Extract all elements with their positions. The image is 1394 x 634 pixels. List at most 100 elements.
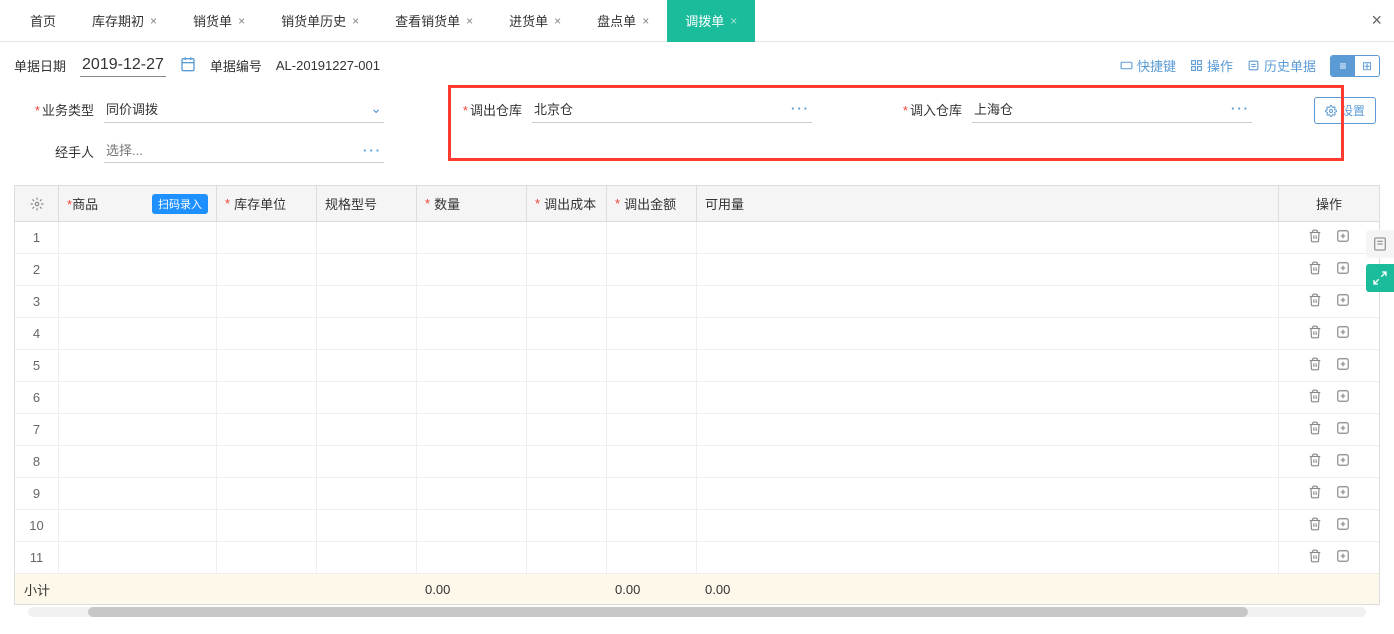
add-icon[interactable] — [1336, 517, 1350, 534]
grid-icon — [1190, 59, 1203, 72]
close-icon[interactable]: × — [238, 14, 245, 28]
table-row[interactable]: 6 — [15, 382, 1379, 414]
out-warehouse-field: *调出仓库 北京仓 ··· — [442, 87, 872, 131]
table-row[interactable]: 11 — [15, 542, 1379, 574]
delete-icon[interactable] — [1308, 357, 1322, 374]
delete-icon[interactable] — [1308, 517, 1322, 534]
tab-label: 查看销货单 — [395, 11, 460, 30]
delete-icon[interactable] — [1308, 229, 1322, 246]
table-row[interactable]: 8 — [15, 446, 1379, 478]
view-grid-icon[interactable]: ⊞ — [1355, 56, 1379, 76]
delete-icon[interactable] — [1308, 261, 1322, 278]
more-icon[interactable]: ··· — [791, 101, 810, 116]
col-amount: *调出金额 — [607, 186, 697, 221]
table-row[interactable]: 9 — [15, 478, 1379, 510]
close-icon[interactable]: × — [466, 14, 473, 28]
add-icon[interactable] — [1336, 261, 1350, 278]
tab[interactable]: 调拨单 × — [667, 0, 755, 42]
subtotal-avail: 0.00 — [705, 582, 730, 597]
handler-select[interactable]: ··· — [104, 139, 384, 163]
tab[interactable]: 销货单历史 × — [263, 0, 377, 42]
close-icon[interactable]: × — [554, 14, 561, 28]
serial-label: 单据编号 — [210, 56, 262, 75]
gear-icon[interactable] — [15, 186, 59, 221]
row-number: 5 — [15, 350, 59, 381]
ops-link[interactable]: 操作 — [1190, 56, 1233, 75]
settings-button[interactable]: 设置 — [1314, 97, 1376, 124]
gear-icon — [1325, 105, 1337, 117]
data-grid: *商品 扫码录入 *库存单位 规格型号 *数量 *调出成本 *调出金额 可用量 … — [14, 185, 1380, 605]
col-qty: *数量 — [417, 186, 527, 221]
table-row[interactable]: 2 — [15, 254, 1379, 286]
note-icon[interactable] — [1366, 230, 1394, 258]
history-icon — [1247, 59, 1260, 72]
tab[interactable]: 进货单 × — [491, 0, 579, 42]
table-row[interactable]: 7 — [15, 414, 1379, 446]
row-number: 3 — [15, 286, 59, 317]
add-icon[interactable] — [1336, 389, 1350, 406]
scrollbar-thumb[interactable] — [88, 607, 1248, 617]
toolbar: 单据日期 2019-12-27 单据编号 AL-20191227-001 快捷键… — [0, 42, 1394, 81]
horizontal-scrollbar[interactable] — [28, 607, 1366, 617]
tab-label: 调拨单 — [685, 11, 724, 30]
shortcut-link[interactable]: 快捷键 — [1120, 56, 1176, 75]
delete-icon[interactable] — [1308, 453, 1322, 470]
chevron-down-icon[interactable]: ⌄ — [370, 100, 382, 117]
view-list-icon[interactable]: ≡ — [1331, 56, 1355, 76]
tab[interactable]: 销货单 × — [175, 0, 263, 42]
delete-icon[interactable] — [1308, 389, 1322, 406]
table-row[interactable]: 5 — [15, 350, 1379, 382]
row-number: 10 — [15, 510, 59, 541]
close-icon[interactable]: × — [352, 14, 359, 28]
delete-icon[interactable] — [1308, 325, 1322, 342]
delete-icon[interactable] — [1308, 485, 1322, 502]
tab-label: 销货单历史 — [281, 11, 346, 30]
add-icon[interactable] — [1336, 485, 1350, 502]
in-warehouse-select[interactable]: 上海仓 ··· — [972, 95, 1252, 123]
close-icon[interactable]: × — [150, 14, 157, 28]
delete-icon[interactable] — [1308, 421, 1322, 438]
col-product: *商品 扫码录入 — [59, 186, 217, 221]
calendar-icon[interactable] — [180, 56, 196, 75]
close-icon[interactable]: × — [730, 14, 737, 28]
add-icon[interactable] — [1336, 229, 1350, 246]
add-icon[interactable] — [1336, 453, 1350, 470]
table-row[interactable]: 3 — [15, 286, 1379, 318]
expand-icon[interactable] — [1366, 264, 1394, 292]
add-icon[interactable] — [1336, 421, 1350, 438]
biz-type-select[interactable]: 同价调拨 ⌄ — [104, 95, 384, 123]
add-icon[interactable] — [1336, 293, 1350, 310]
tab[interactable]: 首页 — [12, 0, 74, 42]
tab-label: 盘点单 — [597, 11, 636, 30]
tab[interactable]: 库存期初× — [74, 0, 175, 42]
close-icon[interactable]: × — [642, 14, 649, 28]
table-row[interactable]: 10 — [15, 510, 1379, 542]
table-row[interactable]: 1 — [15, 222, 1379, 254]
add-icon[interactable] — [1336, 549, 1350, 566]
more-icon[interactable]: ··· — [363, 143, 382, 158]
scan-entry-button[interactable]: 扫码录入 — [152, 194, 208, 214]
date-value[interactable]: 2019-12-27 — [80, 54, 166, 77]
tab-label: 首页 — [30, 11, 56, 30]
tab-label: 销货单 — [193, 11, 232, 30]
row-number: 7 — [15, 414, 59, 445]
close-all-tabs-icon[interactable]: × — [1371, 10, 1382, 31]
add-icon[interactable] — [1336, 325, 1350, 342]
out-warehouse-select[interactable]: 北京仓 ··· — [532, 95, 812, 123]
subtotal-amount: 0.00 — [607, 574, 697, 604]
subtotal-qty: 0.00 — [417, 574, 527, 604]
tab[interactable]: 盘点单 × — [579, 0, 667, 42]
tab[interactable]: 查看销货单 × — [377, 0, 491, 42]
more-icon[interactable]: ··· — [1231, 101, 1250, 116]
history-link[interactable]: 历史单据 — [1247, 56, 1316, 75]
delete-icon[interactable] — [1308, 293, 1322, 310]
add-icon[interactable] — [1336, 357, 1350, 374]
tab-label: 进货单 — [509, 11, 548, 30]
row-number: 6 — [15, 382, 59, 413]
tab-bar: 首页库存期初× 销货单 × 销货单历史 × 查看销货单 × 进货单 × 盘点单 × 调拨单 × × — [0, 0, 1394, 42]
col-cost: *调出成本 — [527, 186, 607, 221]
delete-icon[interactable] — [1308, 549, 1322, 566]
table-row[interactable]: 4 — [15, 318, 1379, 350]
date-label: 单据日期 — [14, 56, 66, 75]
handler-input[interactable] — [106, 143, 363, 158]
